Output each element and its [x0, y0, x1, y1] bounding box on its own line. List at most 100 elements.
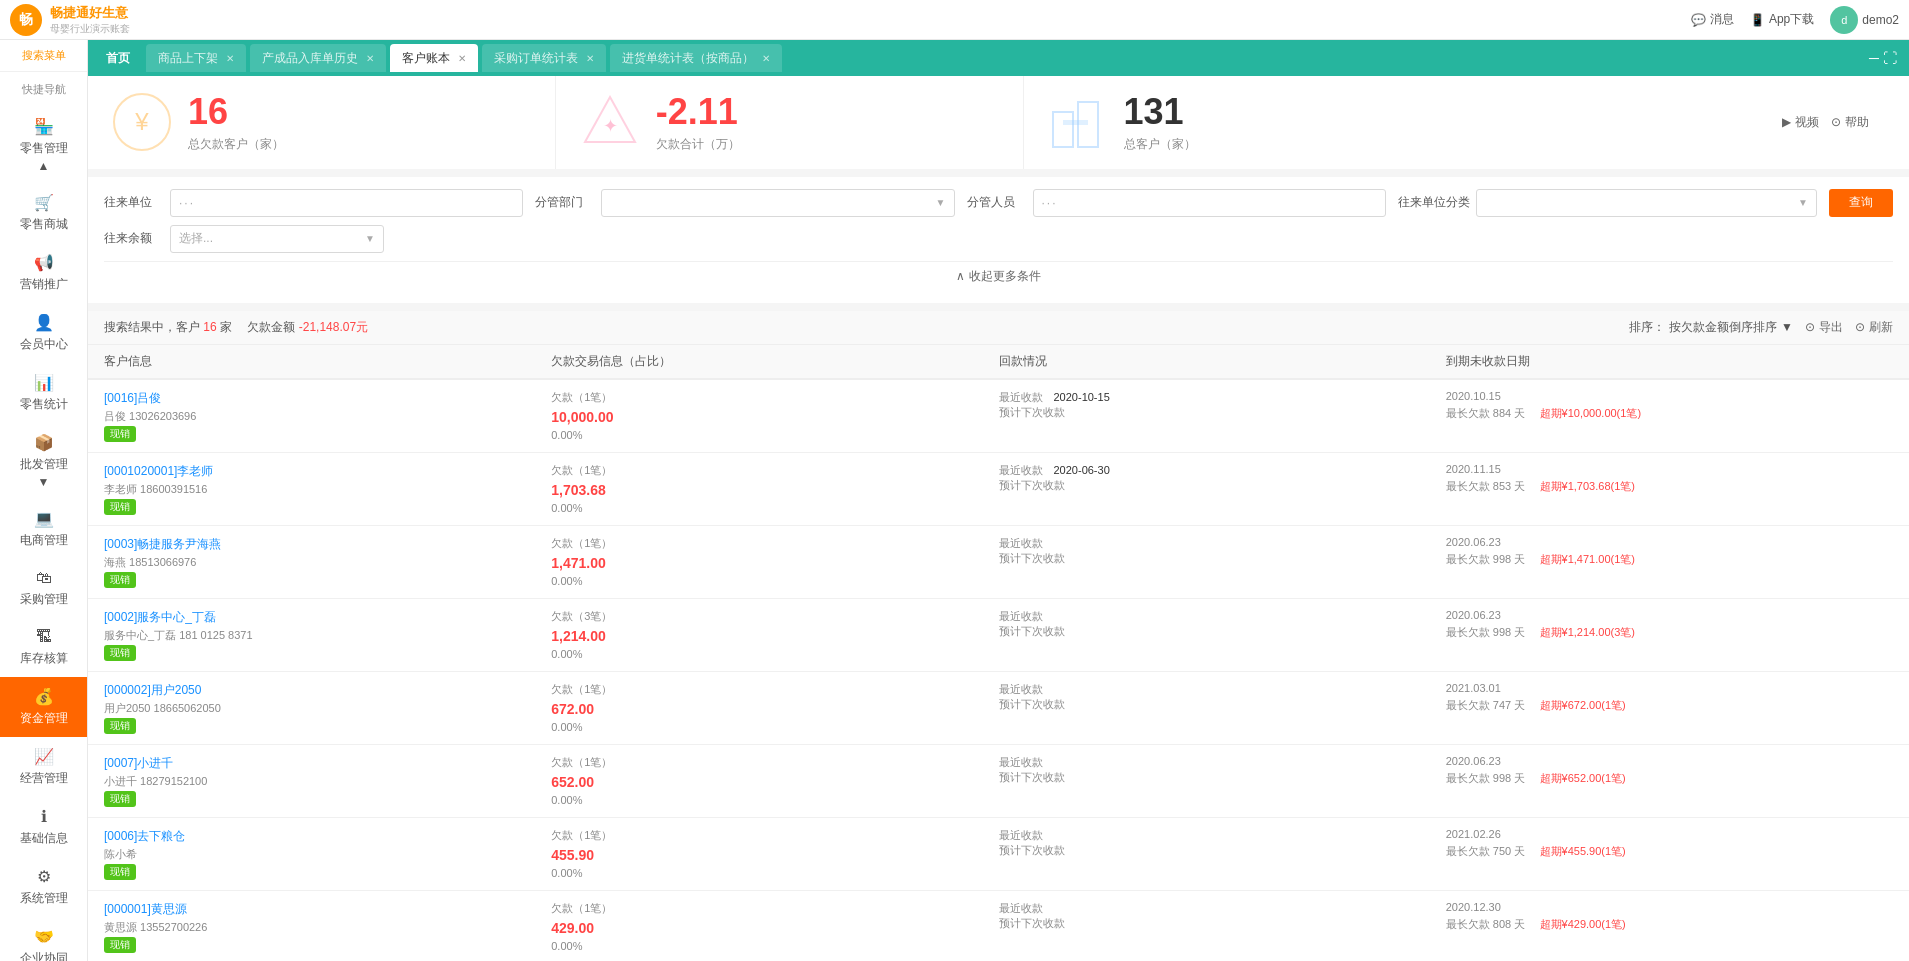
avatar: d — [1830, 6, 1858, 34]
sidebar-item-purchase[interactable]: 🛍 采购管理 — [0, 559, 87, 618]
due-date-cell: 2020.11.15 最长欠款 853 天 超期¥1,703.68(1笔) — [1446, 463, 1893, 494]
customer-name-link[interactable]: [0007]小进千 — [104, 756, 173, 770]
debt-amount-icon: ✦ — [580, 92, 640, 152]
overdue-amount-link[interactable]: 超期¥429.00(1笔) — [1540, 918, 1626, 930]
customer-name-link[interactable]: [0002]服务中心_丁磊 — [104, 610, 216, 624]
tab-product-shelf[interactable]: 商品上下架 ✕ — [146, 44, 246, 72]
debt-amount[interactable]: 455.90 — [551, 847, 998, 863]
table-row: [0007]小进千 小进千 18279152100 现销 欠款（1笔） 652.… — [88, 745, 1909, 818]
last-payment-date: 2020-06-30 — [1054, 464, 1110, 476]
collapse-button[interactable]: ∧ 收起更多条件 — [104, 268, 1893, 285]
next-payment-label: 预计下次收款 — [999, 405, 1446, 420]
overdue-days: 最长欠款 750 天 — [1446, 845, 1536, 857]
debt-amount[interactable]: 652.00 — [551, 774, 998, 790]
tab-close-purchase-order[interactable]: ✕ — [586, 53, 594, 64]
sidebar-item-retail-mall[interactable]: 🛒 零售商城 — [0, 183, 87, 243]
query-button[interactable]: 查询 — [1829, 189, 1893, 217]
customer-name-link[interactable]: [0006]去下粮仓 — [104, 829, 185, 843]
customer-phone: 服务中心_丁磊 181 0125 8371 — [104, 628, 551, 643]
refresh-button[interactable]: ⊙ 刷新 — [1855, 319, 1893, 336]
message-button[interactable]: 💬 消息 — [1691, 11, 1734, 28]
due-date: 2021.02.26 — [1446, 828, 1893, 840]
filter-area: 往来单位 ··· 分管部门 ▼ 分管人员 — [88, 177, 1909, 303]
table-row: [000001]黄思源 黄思源 13552700226 现销 欠款（1笔） 42… — [88, 891, 1909, 961]
unit-category-select[interactable]: ▼ — [1476, 189, 1817, 217]
tab-close-product-shelf[interactable]: ✕ — [226, 53, 234, 64]
maximize-icon[interactable]: ⛶ — [1883, 50, 1897, 66]
overdue-amount-link[interactable]: 超期¥652.00(1笔) — [1540, 772, 1626, 784]
overdue-amount-link[interactable]: 超期¥455.90(1笔) — [1540, 845, 1626, 857]
total-customers-info: 131 总客户（家） — [1124, 92, 1767, 153]
debt-amount[interactable]: 429.00 — [551, 920, 998, 936]
overdue-amount-link[interactable]: 超期¥10,000.00(1笔) — [1540, 407, 1642, 419]
customer-phone: 用户2050 18665062050 — [104, 701, 551, 716]
debt-amount[interactable]: 10,000.00 — [551, 409, 998, 425]
sidebar-item-batch-management[interactable]: 📦 批发管理 ▼ — [0, 423, 87, 499]
dept-select[interactable]: ▼ — [601, 189, 954, 217]
tab-close-inbound-stats[interactable]: ✕ — [762, 53, 770, 64]
customer-name-link[interactable]: [000002]用户2050 — [104, 683, 201, 697]
purchase-icon: 🛍 — [36, 569, 52, 587]
overdue-info: 最长欠款 747 天 超期¥672.00(1笔) — [1446, 698, 1893, 713]
sidebar-item-operations[interactable]: 📈 经营管理 — [0, 737, 87, 797]
app-container: 搜索菜单 快捷导航 🏪 零售管理 ▲ 🛒 零售商城 📢 营销推广 👤 会员中心 … — [0, 40, 1909, 961]
sidebar-item-finance[interactable]: 💰 资金管理 — [0, 677, 87, 737]
tab-product-history[interactable]: 产成品入库单历史 ✕ — [250, 44, 386, 72]
minimize-icon[interactable]: ─ — [1869, 50, 1879, 66]
search-menu-button[interactable]: 搜索菜单 — [0, 40, 87, 72]
chevron-down-icon2: ▼ — [38, 475, 50, 489]
debt-amount[interactable]: 1,471.00 — [551, 555, 998, 571]
filter-row-2: 往来余额 选择... ▼ — [104, 225, 1893, 253]
export-button[interactable]: ⊙ 导出 — [1805, 319, 1843, 336]
view-video-button[interactable]: ▶ 视频 — [1782, 114, 1819, 131]
overdue-amount-link[interactable]: 超期¥1,214.00(3笔) — [1540, 626, 1635, 638]
debt-percent: 0.00% — [551, 721, 998, 733]
tab-close-product-history[interactable]: ✕ — [366, 53, 374, 64]
balance-select[interactable]: 选择... ▼ — [170, 225, 384, 253]
customer-name-link[interactable]: [000001]黄思源 — [104, 902, 187, 916]
svg-rect-4 — [1053, 112, 1073, 147]
tab-inbound-stats[interactable]: 进货单统计表（按商品） ✕ — [610, 44, 782, 72]
th-due-date: 到期未收款日期 — [1446, 353, 1893, 370]
member-icon: 👤 — [34, 313, 54, 332]
sidebar-item-ecommerce[interactable]: 💻 电商管理 — [0, 499, 87, 559]
person-input[interactable]: ··· — [1033, 189, 1386, 217]
tab-purchase-order[interactable]: 采购订单统计表 ✕ — [482, 44, 606, 72]
help-button[interactable]: ⊙ 帮助 — [1831, 114, 1869, 131]
last-payment-label: 最近收款 — [999, 536, 1446, 551]
customer-name-link[interactable]: [0001020001]李老师 — [104, 464, 213, 478]
debt-info-cell: 欠款（1笔） 1,471.00 0.00% — [551, 536, 998, 587]
overdue-amount-link[interactable]: 超期¥1,703.68(1笔) — [1540, 480, 1635, 492]
overdue-amount-link[interactable]: 超期¥672.00(1笔) — [1540, 699, 1626, 711]
app-download-button[interactable]: 📱 App下载 — [1750, 11, 1814, 28]
debt-amount[interactable]: 1,703.68 — [551, 482, 998, 498]
sidebar-item-marketing[interactable]: 📢 营销推广 — [0, 243, 87, 303]
sort-select[interactable]: 排序： 按欠款金额倒序排序 ▼ — [1629, 319, 1793, 336]
overdue-days: 最长欠款 998 天 — [1446, 553, 1536, 565]
debt-amount-value: -2.11 — [656, 92, 999, 132]
balance-arrow-icon: ▼ — [365, 233, 375, 244]
sidebar-item-system[interactable]: ⚙ 系统管理 — [0, 857, 87, 917]
overdue-info: 最长欠款 998 天 超期¥1,214.00(3笔) — [1446, 625, 1893, 640]
sidebar-item-inventory[interactable]: 🏗 库存核算 — [0, 618, 87, 677]
tab-customer-account[interactable]: 客户账本 ✕ — [390, 44, 478, 72]
source-unit-input[interactable]: ··· — [170, 189, 523, 217]
debt-amount[interactable]: 1,214.00 — [551, 628, 998, 644]
customer-name-link[interactable]: [0003]畅捷服务尹海燕 — [104, 537, 221, 551]
tab-close-customer-account[interactable]: ✕ — [458, 53, 466, 64]
sidebar-item-retail-management[interactable]: 🏪 零售管理 ▲ — [0, 107, 87, 183]
last-payment-label: 最近收款 — [999, 828, 1446, 843]
sidebar-item-enterprise-collab[interactable]: 🤝 企业协同 — [0, 917, 87, 961]
top-bar: 畅 畅捷通好生意 母婴行业演示账套 💬 消息 📱 App下载 d demo2 — [0, 0, 1909, 40]
customer-name-link[interactable]: [0016]吕俊 — [104, 391, 161, 405]
user-menu[interactable]: d demo2 — [1830, 6, 1899, 34]
overdue-amount-link[interactable]: 超期¥1,471.00(1笔) — [1540, 553, 1635, 565]
tab-home[interactable]: 首页 — [94, 44, 142, 72]
debt-amount-label: 欠款合计（万） — [656, 136, 999, 153]
debt-amount[interactable]: 672.00 — [551, 701, 998, 717]
sidebar-item-basic-info[interactable]: ℹ 基础信息 — [0, 797, 87, 857]
sidebar-item-member-center[interactable]: 👤 会员中心 — [0, 303, 87, 363]
debt-percent: 0.00% — [551, 867, 998, 879]
sidebar-item-retail-stats[interactable]: 📊 零售统计 — [0, 363, 87, 423]
next-payment-label: 预计下次收款 — [999, 697, 1446, 712]
